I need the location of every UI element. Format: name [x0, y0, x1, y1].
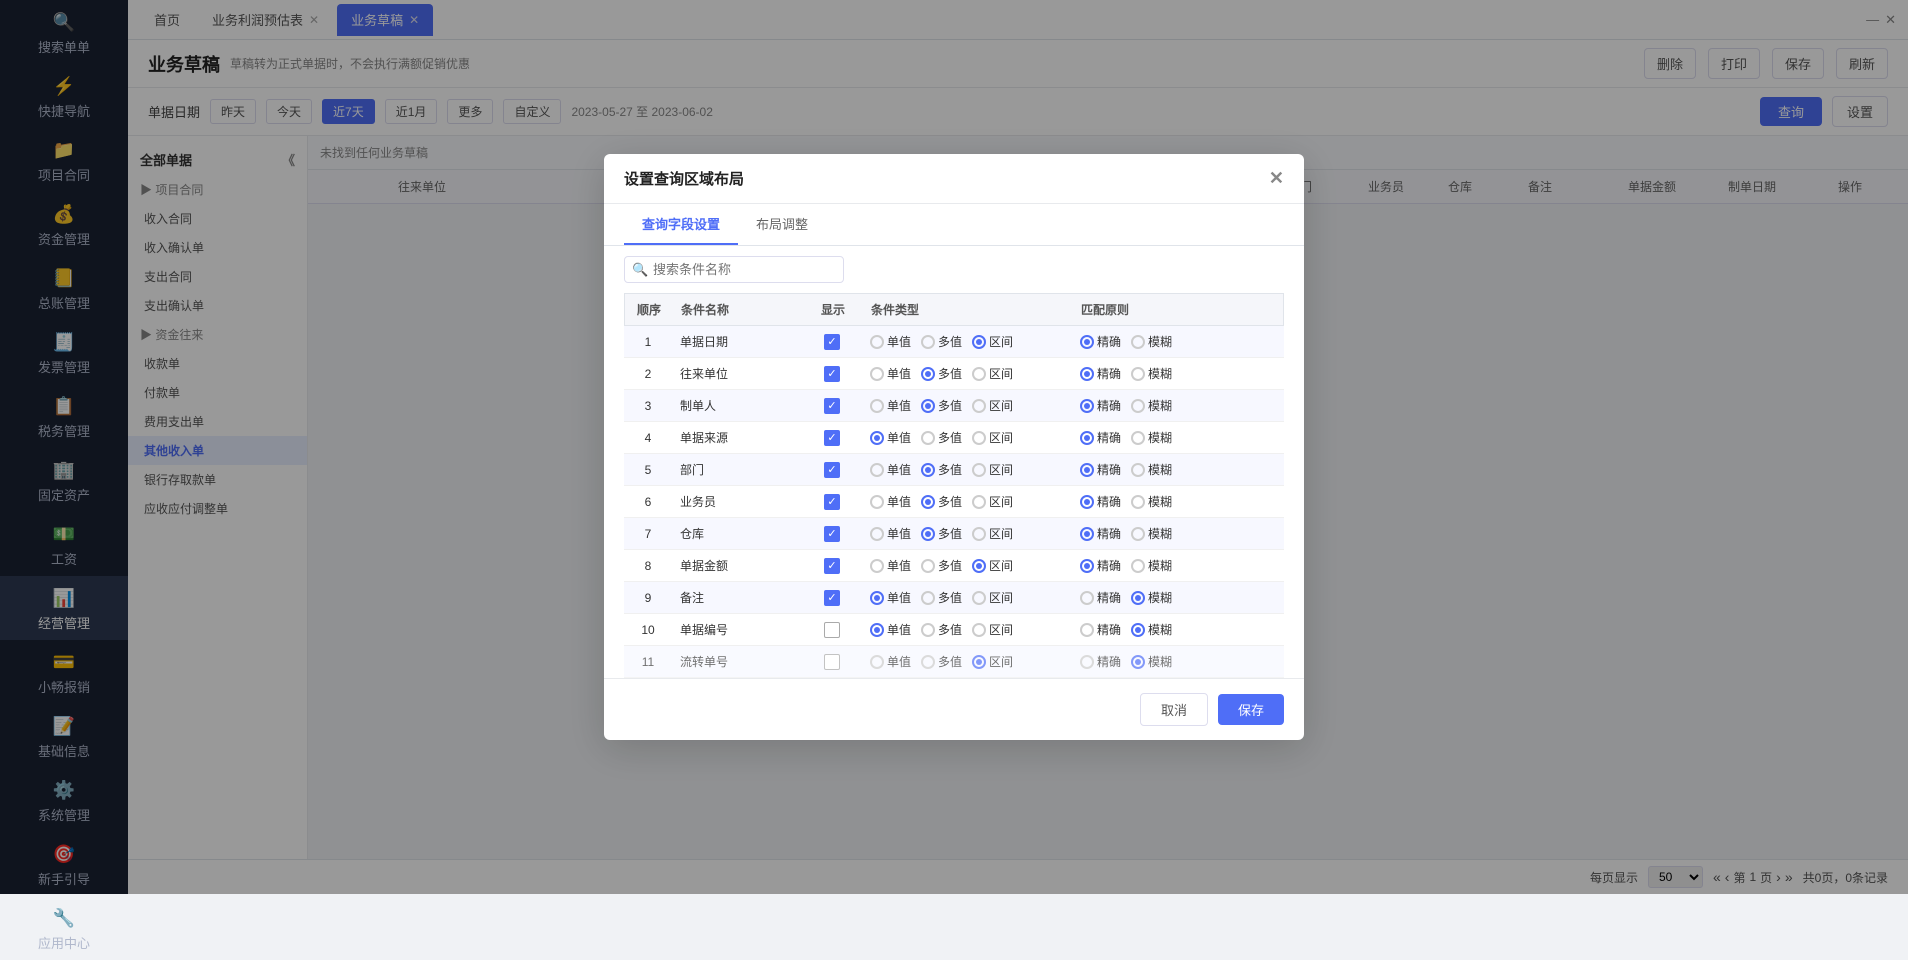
modal: 设置查询区域布局 ✕ 查询字段设置 布局调整 🔍: [604, 154, 1304, 740]
row5-cb[interactable]: ✓: [824, 462, 840, 478]
modal-table: 顺序 条件名称 显示 条件类型 匹配原则 1 单据日期 ✓: [604, 293, 1304, 678]
table-row: 1 单据日期 ✓ 单值 多值: [624, 326, 1284, 358]
row1-match: 精确 模糊: [1072, 326, 1272, 357]
row1-radio-multi[interactable]: 多值: [921, 333, 962, 350]
modal-table-header: 顺序 条件名称 显示 条件类型 匹配原则: [624, 293, 1284, 326]
table-row: 5 部门 ✓ 单值 多值 区间 精确 模糊: [624, 454, 1284, 486]
modal-footer: 取消 保存: [604, 678, 1304, 740]
row1-order: 1: [624, 328, 672, 356]
table-row: 11 流转单号 单值 多值 区间 精确 模糊: [624, 646, 1284, 678]
modal-tab-fields[interactable]: 查询字段设置: [624, 204, 738, 245]
table-row: 8 单据金额 ✓ 单值 多值 区间 精确 模糊: [624, 550, 1284, 582]
row3-cb[interactable]: ✓: [824, 398, 840, 414]
col-name: 条件名称: [673, 294, 803, 325]
row2-cb[interactable]: ✓: [824, 366, 840, 382]
search-wrap: 🔍: [624, 256, 844, 283]
row1-checkbox[interactable]: ✓: [824, 334, 840, 350]
row6-cb[interactable]: ✓: [824, 494, 840, 510]
row4-cb[interactable]: ✓: [824, 430, 840, 446]
table-row: 3 制单人 ✓ 单值 多值 区间 精确 模糊: [624, 390, 1284, 422]
row9-cb[interactable]: ✓: [824, 590, 840, 606]
modal-search-area: 🔍: [604, 246, 1304, 293]
row8-cb[interactable]: ✓: [824, 558, 840, 574]
table-row: 10 单据编号 单值 多值 区间 精确 模糊: [624, 614, 1284, 646]
modal-header: 设置查询区域布局 ✕: [604, 154, 1304, 204]
modal-close-button[interactable]: ✕: [1269, 168, 1284, 189]
col-show: 显示: [803, 294, 863, 325]
sidebar-item-apps[interactable]: 🔧 应用中心: [0, 896, 128, 960]
row1-type: 单值 多值 区间: [862, 326, 1072, 357]
modal-search-input[interactable]: [624, 256, 844, 283]
modal-body: 查询字段设置 布局调整 🔍 顺序 条件名称 显示: [604, 204, 1304, 678]
table-row: 2 往来单位 ✓ 单值 多值 区间 精确 模糊: [624, 358, 1284, 390]
row7-cb[interactable]: ✓: [824, 526, 840, 542]
row1-match-exact[interactable]: 精确: [1080, 333, 1121, 350]
modal-title: 设置查询区域布局: [624, 168, 744, 189]
row1-name: 单据日期: [672, 326, 802, 357]
row10-cb[interactable]: [824, 622, 840, 638]
table-row: 9 备注 ✓ 单值 多值 区间 精确 模糊: [624, 582, 1284, 614]
row1-radio-range[interactable]: 区间: [972, 333, 1013, 350]
search-icon: 🔍: [632, 262, 648, 278]
row1-match-group: 精确 模糊: [1080, 333, 1172, 350]
row1-radio-single[interactable]: 单值: [870, 333, 911, 350]
col-match: 匹配原则: [1073, 294, 1273, 325]
cancel-button[interactable]: 取消: [1140, 693, 1208, 726]
row1-show[interactable]: ✓: [802, 327, 862, 357]
col-order: 顺序: [625, 294, 673, 325]
table-row: 4 单据来源 ✓ 单值 多值 区间 精确 模糊: [624, 422, 1284, 454]
apps-icon: 🔧: [53, 908, 75, 929]
modal-save-button[interactable]: 保存: [1218, 694, 1284, 725]
row1-radio-group: 单值 多值 区间: [870, 333, 1013, 350]
modal-tab-layout[interactable]: 布局调整: [738, 204, 826, 245]
row1-match-fuzzy[interactable]: 模糊: [1131, 333, 1172, 350]
table-row: 7 仓库 ✓ 单值 多值 区间 精确 模糊: [624, 518, 1284, 550]
col-type: 条件类型: [863, 294, 1073, 325]
table-row: 6 业务员 ✓ 单值 多值 区间 精确 模糊: [624, 486, 1284, 518]
modal-overlay: 设置查询区域布局 ✕ 查询字段设置 布局调整 🔍: [0, 0, 1908, 894]
sidebar-item-label: 应用中心: [38, 933, 90, 952]
row11-cb[interactable]: [824, 654, 840, 670]
modal-tabs: 查询字段设置 布局调整: [604, 204, 1304, 246]
